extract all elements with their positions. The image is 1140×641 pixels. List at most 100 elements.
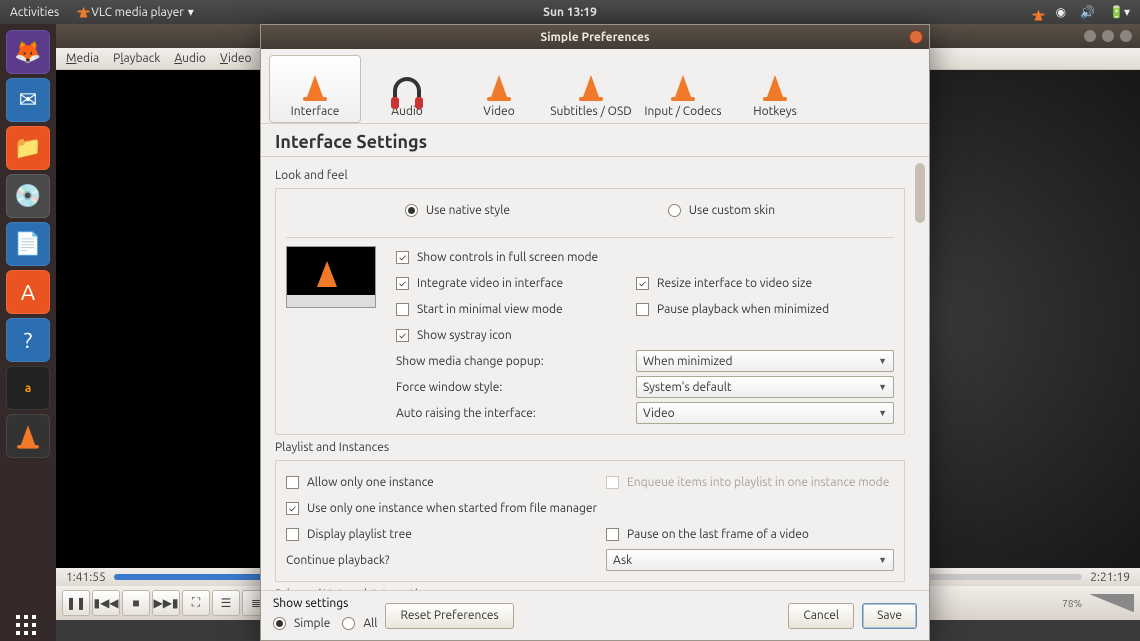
chk-integrate-video[interactable] [396,277,409,290]
pause-button[interactable]: ❚❚ [62,590,90,616]
dialog-title: Simple Preferences [540,31,649,44]
tab-label: Interface [291,105,340,118]
volume-icon[interactable]: 🔊 [1080,5,1095,19]
volume-slider[interactable] [1090,594,1134,612]
chevron-down-icon: ▼ [878,408,887,418]
time-total[interactable]: 2:21:19 [1090,571,1130,584]
label: Pause on the last frame of a video [627,528,809,541]
battery-icon[interactable]: 🔋▾ [1109,5,1130,19]
menu-video[interactable]: Video [220,52,252,65]
launcher-help[interactable]: ? [6,318,50,362]
chevron-down-icon: ▼ [878,382,887,392]
radio-all[interactable] [342,617,355,630]
group-look: Use native style Use custom skin Show co… [275,188,905,435]
launcher-files[interactable]: 📁 [6,126,50,170]
cancel-button[interactable]: Cancel [788,603,854,629]
select-value: Video [643,407,675,420]
max-icon[interactable] [1102,30,1114,42]
cone-icon [577,73,605,101]
chk-pause-minimized[interactable] [636,303,649,316]
group-privacy-label: Privacy / Network Interaction [275,588,905,590]
close-icon[interactable] [909,30,923,44]
cone-icon [669,73,697,101]
select-auto-raise[interactable]: Video ▼ [636,402,894,424]
scrollbar-thumb[interactable] [915,163,925,223]
button-label: Save [877,609,902,622]
app-menu-label: VLC media player [91,6,184,19]
chk-playlist-tree[interactable] [286,528,299,541]
show-apps-icon[interactable] [16,615,36,635]
label: Use native style [426,204,510,217]
launcher-vlc[interactable] [6,414,50,458]
chk-minimal-view[interactable] [396,303,409,316]
button-label: Reset Preferences [400,609,498,622]
ext-settings-button[interactable]: ☰ [212,590,240,616]
select-media-popup[interactable]: When minimized ▼ [636,350,894,372]
chevron-down-icon: ▼ [878,356,887,366]
label: Simple [294,617,330,630]
button-label: Cancel [803,609,839,622]
tab-label: Video [483,105,515,118]
prefs-scroll: Look and feel Use native style Use custo… [261,156,929,590]
prev-button[interactable]: ▮◀◀ [92,590,120,616]
label-media-popup: Show media change popup: [396,355,626,368]
launcher-thunderbird[interactable]: ✉ [6,78,50,122]
label: Start in minimal view mode [417,303,563,316]
label: Use only one instance when started from … [307,502,597,515]
clock[interactable]: Sun 13:19 [543,6,597,19]
stop-button[interactable]: ■ [122,590,150,616]
tab-label: Subtitles / OSD [550,105,631,118]
select-value: When minimized [643,355,733,368]
vlc-cone-icon [77,6,84,13]
chk-systray[interactable] [396,329,409,342]
radio-simple[interactable] [273,617,286,630]
launcher-firefox[interactable]: 🦊 [6,30,50,74]
select-value: System's default [643,381,732,394]
tab-input-codecs[interactable]: Input / Codecs [637,55,729,123]
label: Resize interface to video size [657,277,812,290]
unity-launcher: 🦊 ✉ 📁 💿 📄 A ? a [0,24,56,641]
reset-button[interactable]: Reset Preferences [385,603,513,629]
save-button[interactable]: Save [862,603,917,629]
tab-label: Input / Codecs [644,105,721,118]
tab-audio[interactable]: Audio [361,55,453,123]
tab-video[interactable]: Video [453,55,545,123]
tab-label: Hotkeys [753,105,797,118]
volume-percent: 78% [1062,598,1082,609]
tab-interface[interactable]: Interface [269,55,361,123]
chk-one-instance-fm[interactable] [286,502,299,515]
min-icon[interactable] [1084,30,1096,42]
label: Enqueue items into playlist in one insta… [627,476,889,489]
launcher-writer[interactable]: 📄 [6,222,50,266]
chk-resize-interface[interactable] [636,277,649,290]
scrollbar[interactable] [915,163,925,584]
dialog-titlebar[interactable]: Simple Preferences [261,25,929,49]
prefs-tabs: Interface Audio Video Subtitles / OSD In… [261,49,929,124]
label: Show controls in full screen mode [417,251,598,264]
launcher-rhythmbox[interactable]: 💿 [6,174,50,218]
menu-playback[interactable]: Playback [113,52,160,65]
radio-native-style[interactable] [405,204,418,217]
menu-media[interactable]: MMediaedia [66,52,99,65]
launcher-amazon[interactable]: a [6,366,50,410]
chk-pause-last-frame[interactable] [606,528,619,541]
close-icon[interactable] [1120,30,1132,42]
radio-custom-skin[interactable] [668,204,681,217]
chk-allow-one-instance[interactable] [286,476,299,489]
time-elapsed[interactable]: 1:41:55 [66,571,106,584]
label: Integrate video in interface [417,277,563,290]
select-continue-playback[interactable]: Ask▼ [606,549,894,571]
menu-audio[interactable]: Audio [174,52,206,65]
wifi-icon[interactable]: ◉ [1056,5,1066,19]
app-menu[interactable]: VLC media player ▾ [73,5,194,19]
chk-controls-fullscreen[interactable] [396,251,409,264]
next-button[interactable]: ▶▶▮ [152,590,180,616]
tray-vlc-icon[interactable] [1031,9,1038,16]
tab-hotkeys[interactable]: Hotkeys [729,55,821,123]
activities[interactable]: Activities [10,6,59,19]
tab-subtitles[interactable]: Subtitles / OSD [545,55,637,123]
launcher-software[interactable]: A [6,270,50,314]
chk-enqueue-one-instance [606,476,619,489]
fullscreen-button[interactable]: ⛶ [182,590,210,616]
select-force-style[interactable]: System's default ▼ [636,376,894,398]
